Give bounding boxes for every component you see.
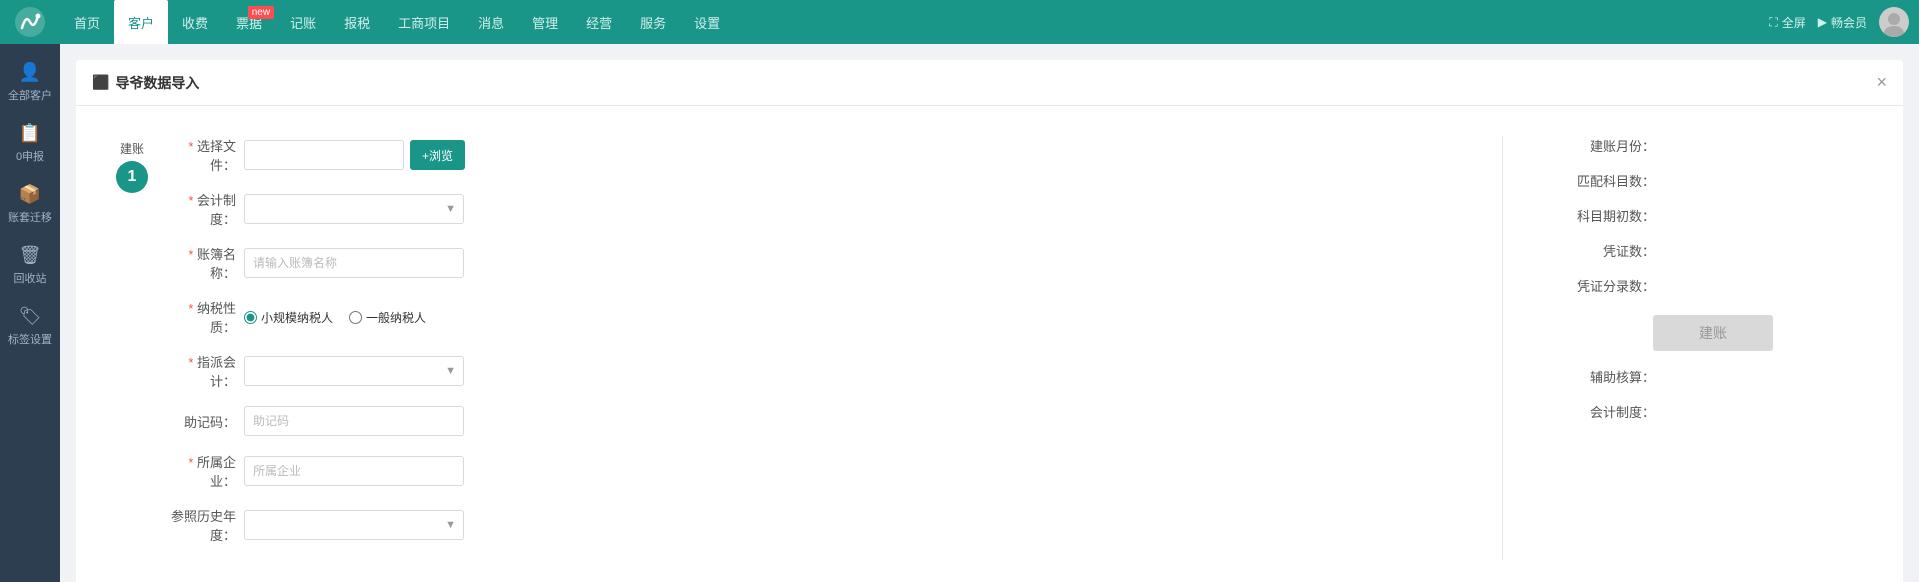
form-right: 建账月份： 匹配科目数： 科目期初数： 凭证数： [1563,136,1863,560]
dialog-title-icon: ⬛ [92,74,109,91]
form-left: 建账 1 选择文件： +浏览 [116,136,1442,560]
right-accounting-system-row: 会计制度： [1563,402,1863,421]
browse-button[interactable]: +浏览 [410,140,465,170]
sidebar: 👤 全部客户 📋 0申报 📦 账套迁移 🗑 回收站 🏷 标签设置 [0,44,60,582]
file-row: 选择文件： +浏览 [164,136,465,174]
accounting-system-select[interactable] [244,194,464,224]
dialog-title: ⬛ 导爷数据导入 [92,73,199,93]
sidebar-item-migration[interactable]: 📦 账套迁移 [0,174,60,235]
nav-right: ⛶ 全屏 ▶ 畅会员 [1769,7,1909,37]
nav-item-service[interactable]: 服务 [626,0,680,44]
sidebar-item-all-customers[interactable]: 👤 全部客户 [0,52,60,113]
tax-type-radio-group: 小规模纳税人 一般纳税人 [244,309,426,326]
right-accounting-system-label: 会计制度： [1563,402,1663,421]
nav-item-bookkeeping[interactable]: 记账 [276,0,330,44]
company-input[interactable] [244,456,464,486]
recycle-icon: 🗑 [19,245,42,266]
aux-account-label: 辅助核算： [1563,367,1663,386]
ledger-name-input[interactable] [244,248,464,278]
small-taxpayer-label: 小规模纳税人 [261,309,333,326]
accountant-select[interactable] [244,356,464,386]
history-year-row: 参照历史年度： ▼ [164,506,465,544]
general-taxpayer-radio[interactable] [349,311,362,324]
nav-item-message[interactable]: 消息 [464,0,518,44]
nav-item-ticket[interactable]: 票据 new [222,0,276,44]
accounting-system-select-wrapper: ▼ [244,194,464,224]
sidebar-item-tags[interactable]: 🏷 标签设置 [0,296,60,357]
match-subjects-row: 匹配科目数： [1563,171,1863,190]
history-year-select-wrapper: ▼ [244,510,464,540]
nav-item-customer[interactable]: 客户 [114,0,168,44]
ledger-name-row: 账簿名称： [164,244,465,282]
history-year-label: 参照历史年度： [164,506,244,544]
form-area: 建账 1 选择文件： +浏览 [76,106,1903,582]
vouchers-label: 凭证数： [1563,241,1663,260]
main-content: ⬛ 导爷数据导入 × 建账 1 [60,44,1919,582]
accounting-system-label: 会计制度： [164,190,244,228]
fullscreen-btn[interactable]: ⛶ 全屏 [1769,14,1805,31]
right-fields: 建账月份： 匹配科目数： 科目期初数： 凭证数： [1563,136,1863,421]
small-taxpayer-radio[interactable] [244,311,257,324]
fullscreen-icon: ⛶ [1769,15,1777,30]
period-init-label: 科目期初数： [1563,206,1663,225]
history-year-select[interactable] [244,510,464,540]
accountant-label: 指派会计： [164,352,244,390]
accountant-select-wrapper: ▼ [244,356,464,386]
step-label: 建账 [116,140,148,157]
all-customers-icon: 👤 [19,62,41,83]
nav-item-operation[interactable]: 经营 [572,0,626,44]
file-input-group: +浏览 [244,140,465,170]
general-taxpayer-option[interactable]: 一般纳税人 [349,309,426,326]
match-subjects-label: 匹配科目数： [1563,171,1663,190]
new-badge: new [248,6,274,19]
tags-icon: 🏷 [19,306,42,327]
step-circle: 1 [116,161,148,193]
migration-icon: 📦 [19,184,41,205]
layout: 👤 全部客户 📋 0申报 📦 账套迁移 🗑 回收站 🏷 标签设置 ⬛ 导爷数据导… [0,44,1919,582]
voucher-entries-label: 凭证分录数： [1563,276,1663,295]
accounting-system-row: 会计制度： ▼ [164,190,465,228]
top-nav: 首页 客户 收费 票据 new 记账 报税 工商项目 消息 管理 经营 服务 设… [0,0,1919,44]
declaration-icon: 📋 [19,123,41,144]
dialog-header: ⬛ 导爷数据导入 × [76,60,1903,106]
nav-items: 首页 客户 收费 票据 new 记账 报税 工商项目 消息 管理 经营 服务 设… [60,0,1769,44]
sidebar-item-recycle[interactable]: 🗑 回收站 [0,235,60,296]
file-input[interactable] [244,140,404,170]
memo-row: 助记码： [164,406,465,436]
build-month-label: 建账月份： [1563,136,1663,155]
company-row: 所属企业： [164,452,465,490]
vip-icon: ▶ [1818,15,1827,29]
vip-btn[interactable]: ▶ 畅会员 [1818,14,1867,31]
general-taxpayer-label: 一般纳税人 [366,309,426,326]
nav-item-fee[interactable]: 收费 [168,0,222,44]
nav-item-tax[interactable]: 报税 [330,0,384,44]
ledger-name-label: 账簿名称： [164,244,244,282]
close-button[interactable]: × [1876,72,1887,93]
nav-item-business[interactable]: 工商项目 [384,0,464,44]
sidebar-item-declaration[interactable]: 📋 0申报 [0,113,60,174]
build-month-row: 建账月份： [1563,136,1863,155]
tax-type-label: 纳税性质： [164,298,244,336]
voucher-entries-row: 凭证分录数： [1563,276,1863,295]
accountant-row: 指派会计： ▼ [164,352,465,390]
vertical-divider [1502,136,1503,560]
logo [10,2,50,42]
company-label: 所属企业： [164,452,244,490]
file-label: 选择文件： [164,136,244,174]
build-account-button[interactable]: 建账 [1653,315,1773,351]
memo-input[interactable] [244,406,464,436]
avatar[interactable] [1879,7,1909,37]
nav-item-manage[interactable]: 管理 [518,0,572,44]
dialog-container: ⬛ 导爷数据导入 × 建账 1 [76,60,1903,582]
vouchers-row: 凭证数： [1563,241,1863,260]
small-taxpayer-option[interactable]: 小规模纳税人 [244,309,333,326]
nav-item-home[interactable]: 首页 [60,0,114,44]
tax-type-row: 纳税性质： 小规模纳税人 一般纳税人 [164,298,465,336]
aux-account-row: 辅助核算： [1563,367,1863,386]
memo-label: 助记码： [164,412,244,431]
nav-item-settings[interactable]: 设置 [680,0,734,44]
form-fields: 选择文件： +浏览 会计制度： [164,136,465,560]
period-init-row: 科目期初数： [1563,206,1863,225]
